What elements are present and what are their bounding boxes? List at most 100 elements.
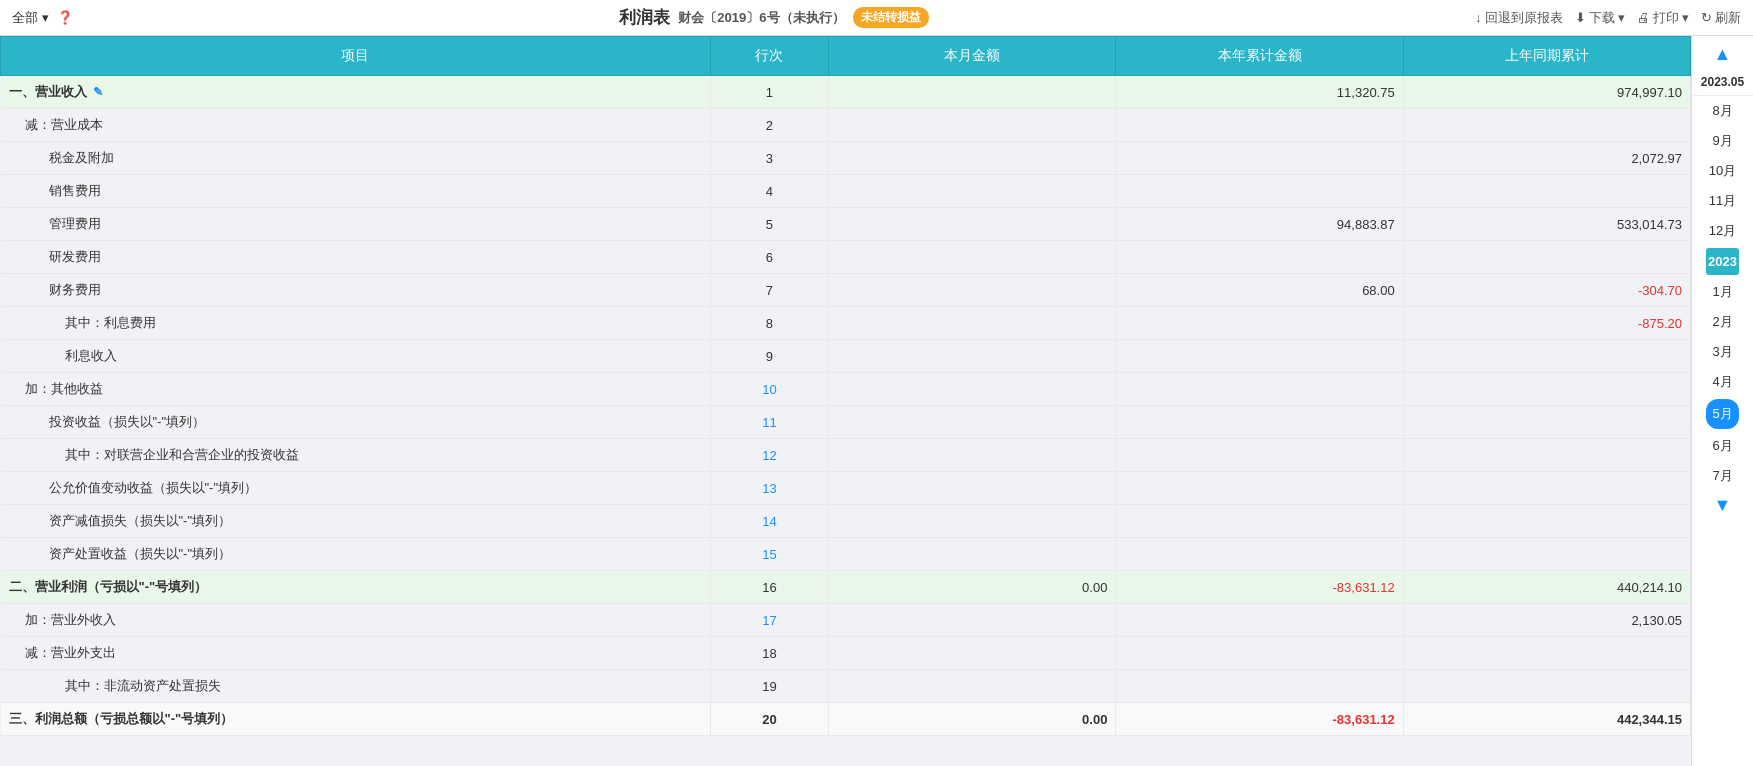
- print-icon: 🖨: [1637, 10, 1650, 25]
- cell-month: [829, 142, 1116, 175]
- cell-month: 0.00: [829, 571, 1116, 604]
- month-item[interactable]: 5月: [1706, 399, 1739, 429]
- cell-ytd: [1116, 307, 1403, 340]
- cell-ytd: [1116, 373, 1403, 406]
- cell-row: 2: [710, 109, 828, 142]
- scroll-down-icon[interactable]: ▼: [1710, 491, 1736, 520]
- cell-ytd: [1116, 505, 1403, 538]
- cell-row: 18: [710, 637, 828, 670]
- cell-row: 11: [710, 406, 828, 439]
- cell-ytd: [1116, 472, 1403, 505]
- month-item[interactable]: 2023: [1706, 248, 1739, 275]
- table-row: 二、营业利润（亏损以"-"号填列） 16 0.00 -83,631.12 440…: [1, 571, 1691, 604]
- cell-prev: [1403, 373, 1690, 406]
- cell-row: 8: [710, 307, 828, 340]
- cell-month: [829, 472, 1116, 505]
- cell-month: [829, 505, 1116, 538]
- table-row: 三、利润总额（亏损总额以"-"号填列） 20 0.00 -83,631.12 4…: [1, 703, 1691, 736]
- cell-item: 减：营业外支出: [1, 637, 711, 670]
- month-item[interactable]: 3月: [1702, 337, 1743, 367]
- table-row: 资产处置收益（损失以"-"填列） 15: [1, 538, 1691, 571]
- cell-prev: 2,072.97: [1403, 142, 1690, 175]
- download-button[interactable]: ⬇ 下载 ▾: [1575, 9, 1625, 27]
- cell-ytd: [1116, 604, 1403, 637]
- table-area[interactable]: 项目 行次 本月金额 本年累计金额 上年同期累计 一、营业收入✎ 1 11,32…: [0, 36, 1691, 766]
- cell-ytd: [1116, 109, 1403, 142]
- back-button[interactable]: ↓ 回退到原报表: [1475, 9, 1563, 27]
- chevron-down-icon: ▾: [42, 10, 49, 25]
- chevron-icon2: ▾: [1682, 10, 1689, 25]
- cell-prev: [1403, 241, 1690, 274]
- cell-prev: [1403, 538, 1690, 571]
- income-table: 项目 行次 本月金额 本年累计金额 上年同期累计 一、营业收入✎ 1 11,32…: [0, 36, 1691, 736]
- month-item[interactable]: 7月: [1702, 461, 1743, 491]
- sidebar-title: 2023.05: [1692, 69, 1753, 96]
- cell-row: 9: [710, 340, 828, 373]
- month-item[interactable]: 1月: [1702, 277, 1743, 307]
- scroll-up-icon[interactable]: ▲: [1710, 40, 1736, 69]
- cell-row: 7: [710, 274, 828, 307]
- status-badge: 未结转损益: [853, 7, 929, 28]
- cell-item: 资产减值损失（损失以"-"填列）: [1, 505, 711, 538]
- cell-ytd: [1116, 340, 1403, 373]
- month-item[interactable]: 6月: [1702, 431, 1743, 461]
- table-row: 其中：利息费用 8 -875.20: [1, 307, 1691, 340]
- table-row: 管理费用 5 94,883.87 533,014.73: [1, 208, 1691, 241]
- table-row: 投资收益（损失以"-"填列） 11: [1, 406, 1691, 439]
- cell-item: 财务费用: [1, 274, 711, 307]
- scope-selector[interactable]: 全部 ▾: [12, 9, 49, 27]
- cell-prev: [1403, 670, 1690, 703]
- table-row: 一、营业收入✎ 1 11,320.75 974,997.10: [1, 76, 1691, 109]
- cell-prev: [1403, 406, 1690, 439]
- header-center: 利润表 财会〔2019〕6号（未执行） 未结转损益: [619, 6, 928, 29]
- col-header-ytd: 本年累计金额: [1116, 37, 1403, 76]
- cell-item: 一、营业收入✎: [1, 76, 711, 109]
- cell-item: 二、营业利润（亏损以"-"号填列）: [1, 571, 711, 604]
- refresh-button[interactable]: ↻ 刷新: [1701, 9, 1741, 27]
- cell-month: [829, 208, 1116, 241]
- main-layout: 项目 行次 本月金额 本年累计金额 上年同期累计 一、营业收入✎ 1 11,32…: [0, 36, 1753, 766]
- cell-item: 加：其他收益: [1, 373, 711, 406]
- cell-ytd: [1116, 241, 1403, 274]
- cell-item: 销售费用: [1, 175, 711, 208]
- cell-item: 其中：利息费用: [1, 307, 711, 340]
- cell-row: 5: [710, 208, 828, 241]
- cell-ytd: -83,631.12: [1116, 703, 1403, 736]
- cell-row: 14: [710, 505, 828, 538]
- cell-row: 4: [710, 175, 828, 208]
- col-header-month: 本月金额: [829, 37, 1116, 76]
- cell-prev: [1403, 439, 1690, 472]
- cell-month: [829, 175, 1116, 208]
- edit-icon[interactable]: ✎: [93, 85, 103, 99]
- cell-month: [829, 274, 1116, 307]
- header-left: 全部 ▾ ❓: [12, 9, 73, 27]
- cell-item: 管理费用: [1, 208, 711, 241]
- cell-item: 加：营业外收入: [1, 604, 711, 637]
- refresh-icon: ↻: [1701, 10, 1712, 25]
- month-item[interactable]: 8月: [1702, 96, 1743, 126]
- cell-row: 3: [710, 142, 828, 175]
- cell-ytd: [1116, 439, 1403, 472]
- cell-item: 税金及附加: [1, 142, 711, 175]
- cell-item: 其中：非流动资产处置损失: [1, 670, 711, 703]
- month-item[interactable]: 2月: [1702, 307, 1743, 337]
- month-item[interactable]: 12月: [1702, 216, 1743, 246]
- month-item[interactable]: 10月: [1702, 156, 1743, 186]
- month-item[interactable]: 9月: [1702, 126, 1743, 156]
- help-icon[interactable]: ❓: [57, 10, 73, 25]
- table-row: 加：其他收益 10: [1, 373, 1691, 406]
- month-item[interactable]: 11月: [1702, 186, 1743, 216]
- cell-prev: 2,130.05: [1403, 604, 1690, 637]
- cell-row: 6: [710, 241, 828, 274]
- cell-prev: [1403, 175, 1690, 208]
- cell-month: [829, 670, 1116, 703]
- month-item[interactable]: 4月: [1702, 367, 1743, 397]
- cell-item: 研发费用: [1, 241, 711, 274]
- table-row: 财务费用 7 68.00 -304.70: [1, 274, 1691, 307]
- header-bar: 全部 ▾ ❓ 利润表 财会〔2019〕6号（未执行） 未结转损益 ↓ 回退到原报…: [0, 0, 1753, 36]
- cell-row: 15: [710, 538, 828, 571]
- cell-row: 1: [710, 76, 828, 109]
- print-button[interactable]: 🖨 打印 ▾: [1637, 9, 1689, 27]
- cell-ytd: [1116, 406, 1403, 439]
- cell-month: [829, 637, 1116, 670]
